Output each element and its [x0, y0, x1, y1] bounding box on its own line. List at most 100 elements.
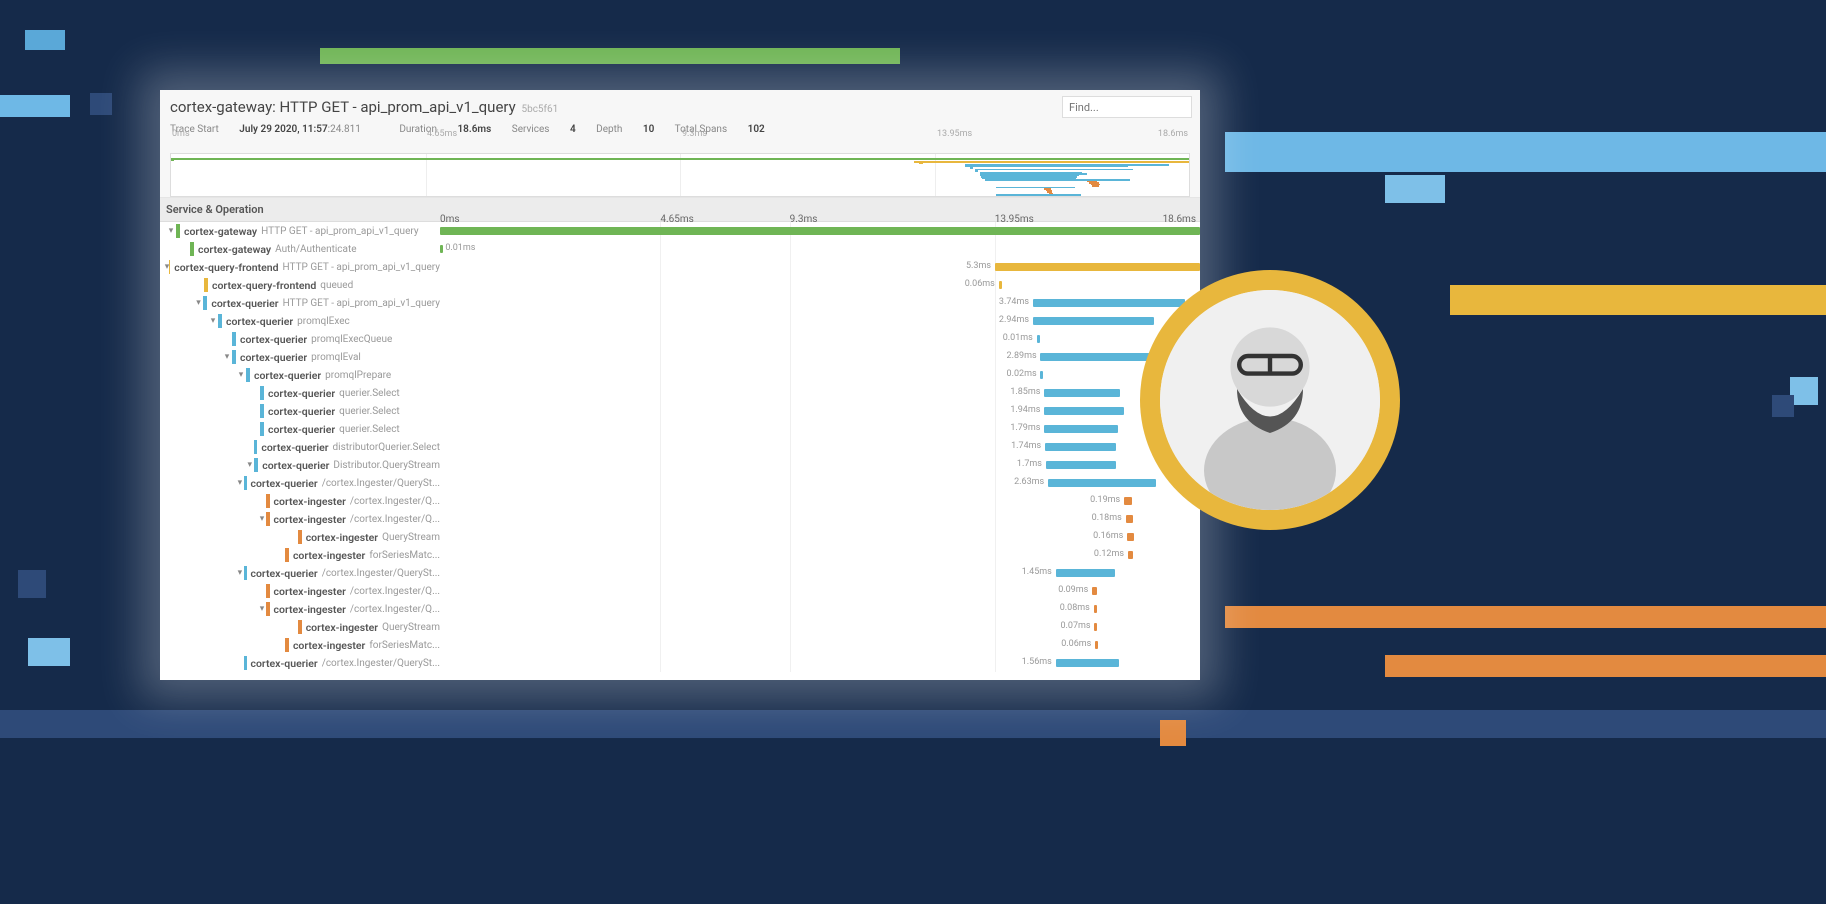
span-row[interactable]: cortex-querierquerier.Select1.79ms [160, 420, 1200, 438]
service-color-tick [266, 512, 269, 526]
span-bar[interactable] [999, 281, 1002, 289]
span-bar[interactable] [1092, 587, 1097, 595]
span-row[interactable]: ▾cortex-query-frontendHTTP GET - api_pro… [160, 258, 1200, 276]
span-service: cortex-ingester [293, 549, 365, 562]
span-operation: queued [320, 280, 353, 291]
span-duration: 0.02ms [1007, 369, 1037, 379]
span-operation: forSeriesMatc... [369, 640, 440, 651]
span-row[interactable]: ▾cortex-querierHTTP GET - api_prom_api_v… [160, 294, 1200, 312]
span-row[interactable]: cortex-querierquerier.Select1.94ms [160, 402, 1200, 420]
service-color-tick [254, 440, 258, 454]
chevron-down-icon[interactable]: ▾ [194, 298, 204, 308]
span-duration: 0.16ms [1093, 531, 1123, 541]
span-row[interactable]: ▾cortex-querier/cortex.Ingester/QuerySt.… [160, 474, 1200, 492]
span-row[interactable]: ▾cortex-ingester/cortex.Ingester/Q...0.1… [160, 510, 1200, 528]
span-bar[interactable] [1044, 389, 1120, 397]
span-bar[interactable] [1040, 371, 1043, 379]
span-bar[interactable] [1044, 407, 1124, 415]
span-service: cortex-querier [251, 567, 318, 580]
span-row[interactable]: cortex-query-frontendqueued0.06ms [160, 276, 1200, 294]
service-color-tick [203, 296, 207, 310]
span-operation: forSeriesMatc... [369, 550, 440, 561]
span-row[interactable]: cortex-querierdistributorQuerier.Select1… [160, 438, 1200, 456]
span-bar[interactable] [1044, 425, 1118, 433]
span-bar[interactable] [1048, 479, 1156, 487]
deco-block [0, 710, 1826, 738]
minimap-tick-label: 13.95ms [937, 129, 972, 139]
span-row[interactable]: cortex-gatewayAuth/Authenticate0.01ms [160, 240, 1200, 258]
chevron-down-icon[interactable]: ▾ [236, 568, 243, 578]
minimap-tick-label: 0ms [172, 129, 190, 139]
chevron-down-icon[interactable]: ▾ [236, 370, 246, 380]
span-row[interactable]: ▾cortex-gatewayHTTP GET - api_prom_api_v… [160, 222, 1200, 240]
span-row[interactable]: cortex-ingesterforSeriesMatc...0.06ms [160, 636, 1200, 654]
span-bar[interactable] [440, 245, 443, 253]
span-row[interactable]: cortex-ingester/cortex.Ingester/Q...0.19… [160, 492, 1200, 510]
span-duration: 0.01ms [445, 243, 475, 253]
service-color-tick [232, 332, 236, 346]
span-bar[interactable] [1127, 533, 1134, 541]
span-operation: querier.Select [339, 406, 400, 417]
span-row[interactable]: cortex-ingesterforSeriesMatc...0.12ms [160, 546, 1200, 564]
span-row[interactable]: cortex-ingesterQueryStream0.16ms [160, 528, 1200, 546]
chevron-down-icon[interactable]: ▾ [166, 226, 176, 236]
span-bar[interactable] [1037, 335, 1040, 343]
span-bar[interactable] [1033, 299, 1185, 307]
span-operation: distributorQuerier.Select [333, 442, 440, 453]
chevron-down-icon[interactable]: ▾ [208, 316, 218, 326]
span-row[interactable]: ▾cortex-ingester/cortex.Ingester/Q...0.0… [160, 600, 1200, 618]
span-bar[interactable] [1040, 353, 1158, 361]
span-row[interactable]: cortex-querierpromqlExecQueue0.01ms [160, 330, 1200, 348]
span-row[interactable]: ▾cortex-querierpromqlExec2.94ms [160, 312, 1200, 330]
span-row[interactable]: ▾cortex-querierpromqlEval2.89ms [160, 348, 1200, 366]
span-bar[interactable] [1094, 623, 1097, 631]
span-duration: 2.94ms [999, 315, 1029, 325]
chevron-down-icon[interactable]: ▾ [245, 460, 254, 470]
span-duration: 1.7ms [1017, 459, 1042, 469]
span-bar[interactable] [1033, 317, 1155, 325]
span-row[interactable]: ▾cortex-querierDistributor.QueryStream1.… [160, 456, 1200, 474]
span-bar[interactable] [1095, 641, 1098, 649]
span-row[interactable]: cortex-querier/cortex.Ingester/QuerySt..… [160, 654, 1200, 672]
service-color-tick [218, 314, 222, 328]
span-bar[interactable] [1046, 461, 1116, 469]
span-bar[interactable] [1124, 497, 1132, 505]
span-bar[interactable] [1126, 515, 1134, 523]
span-row[interactable]: ▾cortex-querierpromqlPrepare0.02ms [160, 366, 1200, 384]
span-operation: /cortex.Ingester/Q... [350, 586, 440, 597]
span-bar[interactable] [1056, 659, 1120, 667]
span-row[interactable]: cortex-ingester/cortex.Ingester/Q...0.09… [160, 582, 1200, 600]
chevron-down-icon[interactable]: ▾ [222, 352, 232, 362]
deco-block [1790, 377, 1818, 405]
span-operation: querier.Select [339, 424, 400, 435]
trace-operation: HTTP GET - api_prom_api_v1_query [280, 98, 516, 116]
span-duration: 5.3ms [966, 261, 991, 271]
chevron-down-icon[interactable]: ▾ [236, 478, 243, 488]
find-input[interactable] [1062, 96, 1192, 118]
span-duration: 2.63ms [1014, 477, 1044, 487]
chevron-down-icon[interactable]: ▾ [258, 514, 266, 524]
span-row[interactable]: ▾cortex-querier/cortex.Ingester/QuerySt.… [160, 564, 1200, 582]
span-operation: querier.Select [339, 388, 400, 399]
span-bar[interactable] [1056, 569, 1115, 577]
span-tree[interactable]: ▾cortex-gatewayHTTP GET - api_prom_api_v… [160, 222, 1200, 702]
span-bar[interactable] [1128, 551, 1133, 559]
span-operation: /cortex.Ingester/QuerySt... [322, 478, 440, 489]
minimap[interactable] [170, 153, 1190, 197]
span-bar[interactable] [1094, 605, 1098, 613]
service-color-tick [285, 548, 289, 562]
span-operation: promqlExec [297, 316, 350, 327]
span-service: cortex-querier [254, 369, 321, 382]
span-bar[interactable] [995, 263, 1200, 271]
span-service: cortex-querier [261, 441, 328, 454]
minimap-tick-label: 4.65ms [427, 129, 457, 139]
span-row[interactable]: cortex-querierquerier.Select1.85ms [160, 384, 1200, 402]
span-duration: 0.09ms [1058, 585, 1088, 595]
service-color-tick [254, 458, 258, 472]
span-row[interactable]: cortex-ingesterQueryStream0.07ms [160, 618, 1200, 636]
chevron-down-icon[interactable]: ▾ [258, 604, 266, 614]
span-bar[interactable] [440, 227, 1200, 235]
service-color-tick [266, 602, 269, 616]
span-duration: 1.56ms [1022, 657, 1052, 667]
span-bar[interactable] [1045, 443, 1116, 451]
